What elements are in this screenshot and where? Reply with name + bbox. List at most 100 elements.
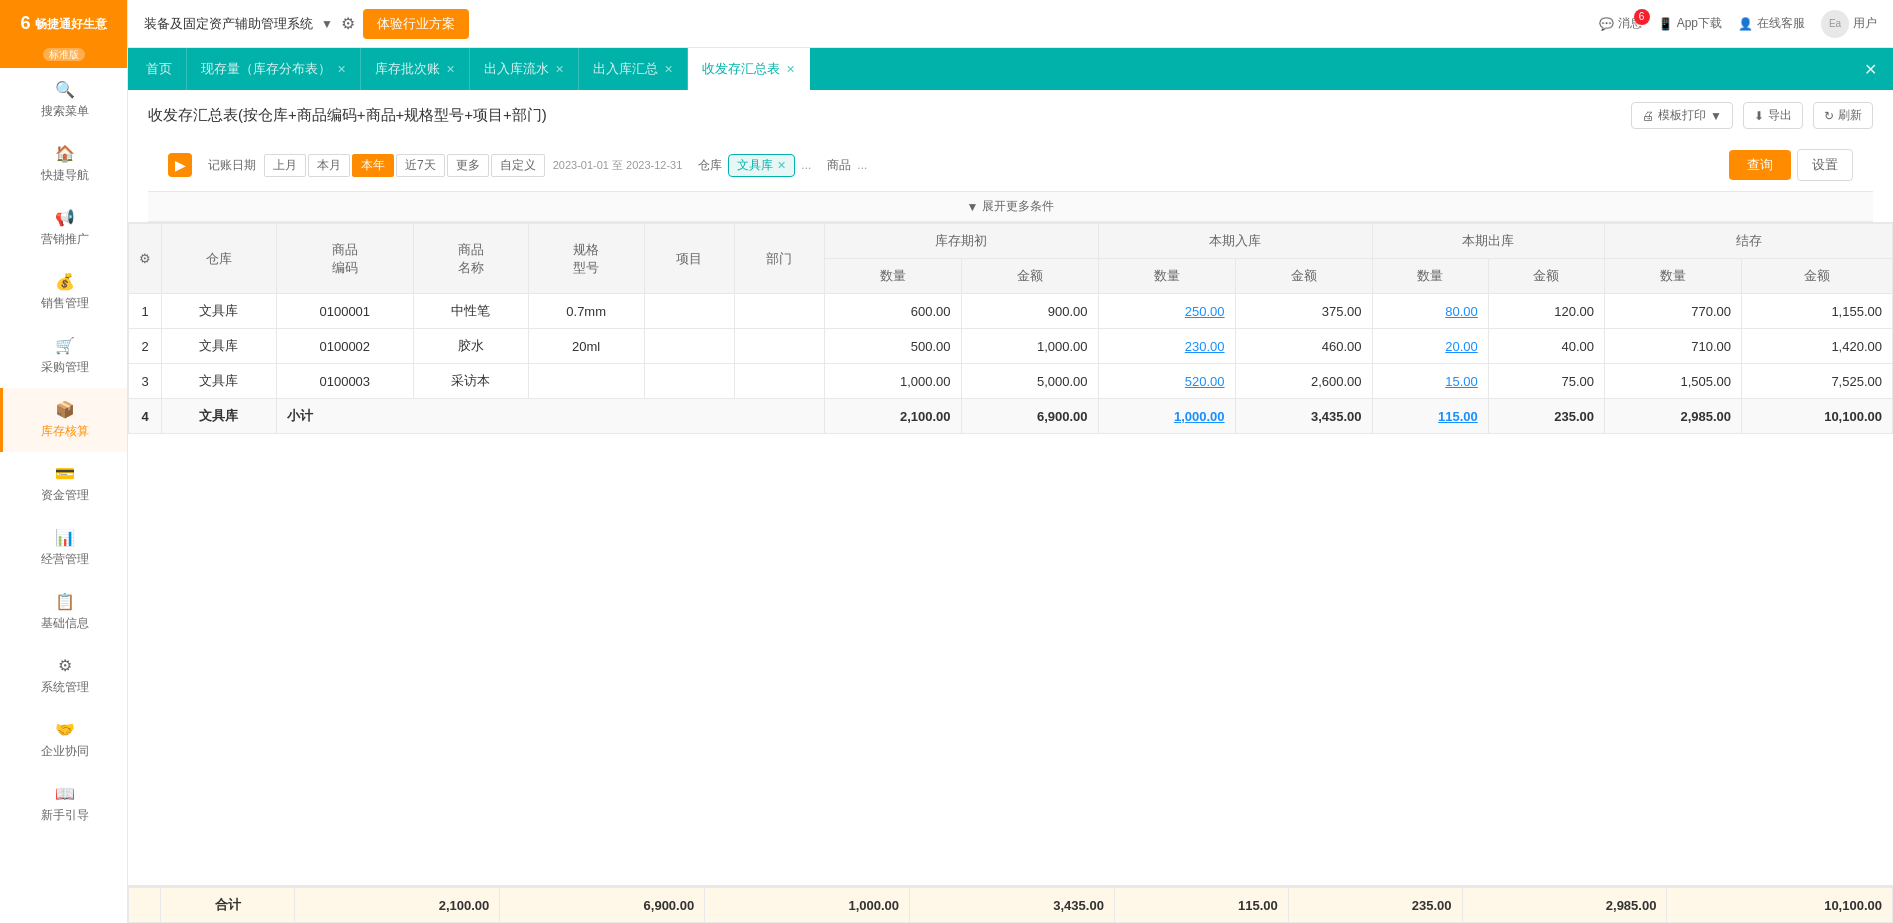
subtotal-warehouse: 文具库	[162, 399, 277, 434]
header-settings-icon[interactable]: ⚙	[341, 14, 355, 33]
operations-icon: 📊	[55, 528, 75, 547]
settings-button[interactable]: 设置	[1797, 149, 1853, 181]
tab-in-out-flow[interactable]: 出入库流水✕	[470, 48, 579, 90]
cell-project	[644, 294, 734, 329]
cell-in-qty[interactable]: 230.00	[1098, 329, 1235, 364]
date-btn-7days[interactable]: 近7天	[396, 154, 445, 177]
cell-open-amt: 5,000.00	[961, 364, 1098, 399]
cell-no: 2	[129, 329, 162, 364]
date-btn-custom[interactable]: 自定义	[491, 154, 545, 177]
expand-icon: ▼	[967, 200, 979, 214]
sidebar-item-label-operations: 经营管理	[41, 551, 89, 568]
inventory-icon: 📦	[55, 400, 75, 419]
subtotal-in-qty[interactable]: 1,000.00	[1098, 399, 1235, 434]
th-department: 部门	[734, 224, 824, 294]
tab-close-batch-account[interactable]: ✕	[446, 63, 455, 76]
tab-close-in-out-summary[interactable]: ✕	[664, 63, 673, 76]
sidebar-item-sales[interactable]: 💰 销售管理	[0, 260, 127, 324]
message-item[interactable]: 💬 消息 6	[1599, 15, 1642, 32]
print-template-label: 模板打印	[1658, 107, 1706, 124]
sidebar-item-label-purchase: 采购管理	[41, 359, 89, 376]
cell-in-qty[interactable]: 250.00	[1098, 294, 1235, 329]
expand-bar[interactable]: ▼ 展开更多条件	[148, 192, 1873, 222]
cell-goods-spec: 0.7mm	[528, 294, 644, 329]
sidebar-item-quicknav[interactable]: 🏠快捷导航	[0, 132, 127, 196]
th-project: 项目	[644, 224, 734, 294]
avatar-text: Ea	[1829, 18, 1841, 29]
sidebar-item-label-marketing: 营销推广	[41, 231, 89, 248]
sidebar-item-enterprise[interactable]: 🤝企业协同	[0, 708, 127, 772]
subtotal-out-qty[interactable]: 115.00	[1372, 399, 1488, 434]
table-row: 2 文具库 0100002 胶水 20ml 500.00 1,000.00 23…	[129, 329, 1893, 364]
cell-goods-code: 0100001	[276, 294, 413, 329]
cell-in-qty[interactable]: 520.00	[1098, 364, 1235, 399]
cell-goods-spec: 20ml	[528, 329, 644, 364]
th-settings[interactable]: ⚙	[129, 224, 162, 294]
user-item[interactable]: Ea 用户	[1821, 10, 1877, 38]
sidebar-item-label-sales: 销售管理	[41, 295, 89, 312]
tab-in-out-summary[interactable]: 出入库汇总✕	[579, 48, 688, 90]
experience-button[interactable]: 体验行业方案	[363, 9, 469, 39]
sidebar-item-marketing[interactable]: 📢营销推广	[0, 196, 127, 260]
sidebar-item-guide[interactable]: 📖新手引导	[0, 772, 127, 836]
sales-icon: 💰	[55, 272, 75, 291]
sidebar-item-label-search: 搜索菜单	[41, 103, 89, 120]
tab-close-recv-send-summary[interactable]: ✕	[786, 63, 795, 76]
sidebar-item-search[interactable]: 🔍搜索菜单	[0, 68, 127, 132]
export-button[interactable]: ⬇ 导出	[1743, 102, 1803, 129]
tab-batch-account[interactable]: 库存批次账 ✕	[361, 48, 470, 90]
goods-more[interactable]: ...	[857, 158, 867, 172]
cell-project	[644, 329, 734, 364]
table-row: 1 文具库 0100001 中性笔 0.7mm 600.00 900.00 25…	[129, 294, 1893, 329]
sidebar-item-finance[interactable]: 💳资金管理	[0, 452, 127, 516]
cell-goods-code: 0100002	[276, 329, 413, 364]
page-title: 收发存汇总表(按仓库+商品编码+商品+规格型号+项目+部门)	[148, 106, 547, 125]
tab-home[interactable]: 首页	[132, 48, 187, 90]
cell-out-qty[interactable]: 80.00	[1372, 294, 1488, 329]
total-empty-settings	[129, 888, 161, 923]
cell-open-qty: 1,000.00	[824, 364, 961, 399]
sidebar-item-basic[interactable]: 📋基础信息	[0, 580, 127, 644]
refresh-button[interactable]: ↻ 刷新	[1813, 102, 1873, 129]
tab-recv-send-summary[interactable]: 收发存汇总表✕	[688, 48, 810, 90]
top-header-right: 💬 消息 6 📱 App下载 👤 在线客服 Ea 用户	[1599, 10, 1877, 38]
header-dropdown[interactable]: ▼	[321, 17, 333, 31]
tab-inventory-dist[interactable]: 现存量（库存分布表）✕	[187, 48, 361, 90]
warehouse-tag-close-icon[interactable]: ✕	[777, 159, 786, 172]
tab-label-batch-account: 库存批次账	[375, 60, 440, 78]
date-btn-this-year[interactable]: 本年	[352, 154, 394, 177]
th-out-amt: 金额	[1488, 259, 1604, 294]
filter-toggle-button[interactable]: ▶	[168, 153, 192, 177]
date-filter-section: 记账日期 上月 本月 本年 近7天 更多 自定义 2023-01-01 至 20…	[208, 154, 682, 177]
sidebar-item-operations[interactable]: 📊 经营管理	[0, 516, 127, 580]
quicknav-icon: 🏠	[55, 144, 75, 163]
cell-out-qty[interactable]: 15.00	[1372, 364, 1488, 399]
tab-close-inventory-dist[interactable]: ✕	[337, 63, 346, 76]
date-btn-last-month[interactable]: 上月	[264, 154, 306, 177]
cell-bal-qty: 710.00	[1605, 329, 1742, 364]
tab-bar-close-icon[interactable]: ✕	[1852, 48, 1889, 90]
cell-out-qty[interactable]: 20.00	[1372, 329, 1488, 364]
print-template-button[interactable]: 🖨 模板打印 ▼	[1631, 102, 1733, 129]
warehouse-tag[interactable]: 文具库 ✕	[728, 154, 795, 177]
app-download-item[interactable]: 📱 App下载	[1658, 15, 1722, 32]
date-btn-more[interactable]: 更多	[447, 154, 489, 177]
warehouse-more[interactable]: ...	[801, 158, 811, 172]
online-service-item[interactable]: 👤 在线客服	[1738, 15, 1805, 32]
date-btn-this-month[interactable]: 本月	[308, 154, 350, 177]
refresh-label: 刷新	[1838, 107, 1862, 124]
sidebar-item-system[interactable]: ⚙系统管理	[0, 644, 127, 708]
table-footer: 合计 2,100.00 6,900.00 1,000.00 3,435.00 1…	[128, 885, 1893, 923]
cell-bal-qty: 770.00	[1605, 294, 1742, 329]
th-bal-qty: 数量	[1605, 259, 1742, 294]
subtotal-no: 4	[129, 399, 162, 434]
top-header-left: 装备及固定资产辅助管理系统 ▼ ⚙ 体验行业方案	[144, 9, 469, 39]
sidebar-item-inventory[interactable]: 📦库存核算	[0, 388, 127, 452]
logo-icon: 6	[20, 11, 30, 36]
sidebar-item-purchase[interactable]: 🛒采购管理	[0, 324, 127, 388]
cell-warehouse: 文具库	[162, 364, 277, 399]
date-range-text: 2023-01-01 至 2023-12-31	[553, 158, 683, 173]
query-button[interactable]: 查询	[1729, 150, 1791, 180]
warehouse-filter: 仓库 文具库 ✕ ...	[698, 154, 811, 177]
tab-close-in-out-flow[interactable]: ✕	[555, 63, 564, 76]
